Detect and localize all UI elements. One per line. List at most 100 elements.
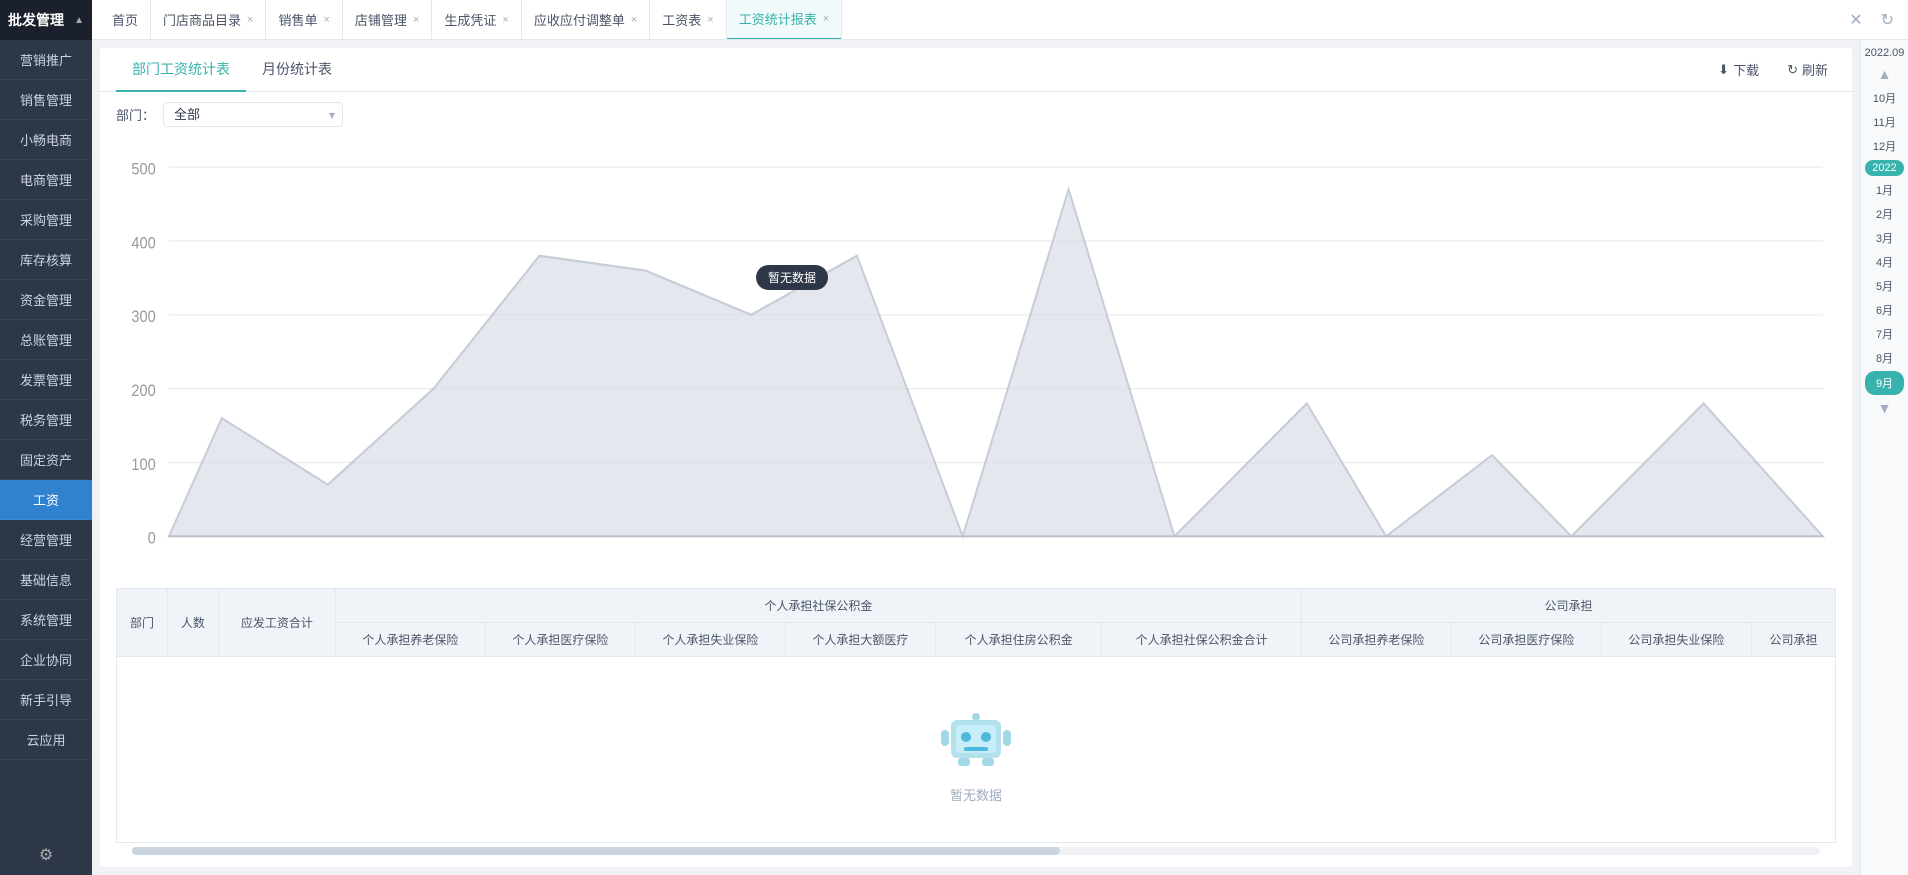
sidebar-item-7[interactable]: 总账管理 (0, 320, 92, 360)
tab-close-2[interactable]: × (323, 14, 329, 26)
col-dept: 部门 (117, 589, 168, 657)
empty-state: 暂无数据 (123, 665, 1829, 834)
download-icon: ⬇ (1718, 62, 1729, 78)
tab-7[interactable]: 工资统计报表× (727, 0, 842, 40)
svg-text:400: 400 (131, 235, 155, 253)
svg-text:200: 200 (131, 382, 155, 400)
sub-tabs: 部门工资统计表月份统计表 ⬇ 下载 ↻ 刷新 (100, 48, 1852, 92)
refresh-label: 刷新 (1802, 60, 1828, 79)
gear-icon: ⚙ (39, 847, 53, 864)
tab-5[interactable]: 应收应付调整单× (522, 0, 650, 40)
subtab-0[interactable]: 部门工资统计表 (116, 48, 246, 92)
timeline-month-10[interactable]: 10月 (1861, 86, 1908, 110)
timeline-month-3[interactable]: 3月 (1861, 226, 1908, 250)
download-label: 下载 (1733, 60, 1759, 79)
timeline-month-8[interactable]: 8月 (1861, 346, 1908, 370)
svg-text:0: 0 (148, 530, 156, 548)
col-c1: 公司承担养老保险 (1301, 623, 1451, 657)
col-p1: 个人承担养老保险 (335, 623, 485, 657)
tab-bar-end: ✕ ↻ (1843, 8, 1900, 32)
timeline-year-2022[interactable]: 2022 (1865, 160, 1904, 176)
timeline-month-2[interactable]: 2月 (1861, 202, 1908, 226)
sidebar-item-10[interactable]: 固定资产 (0, 440, 92, 480)
sidebar-item-9[interactable]: 税务管理 (0, 400, 92, 440)
col-count: 人数 (167, 589, 218, 657)
tab-close-1[interactable]: × (247, 14, 253, 26)
tab-6[interactable]: 工资表× (650, 0, 726, 40)
sidebar-item-5[interactable]: 库存核算 (0, 240, 92, 280)
sidebar-item-13[interactable]: 基础信息 (0, 560, 92, 600)
sub-tab-actions: ⬇ 下载 ↻ 刷新 (1710, 56, 1836, 83)
sidebar-item-17[interactable]: 云应用 (0, 720, 92, 760)
timeline-month-9[interactable]: 9月 (1865, 371, 1904, 395)
tab-close-6[interactable]: × (707, 14, 713, 26)
svg-text:300: 300 (131, 309, 155, 327)
refresh-icon: ↻ (1787, 62, 1798, 78)
sidebar-item-11[interactable]: 工资 (0, 480, 92, 520)
department-filter[interactable]: 全部 财务部 销售部 采购部 仓库部 (163, 102, 343, 127)
close-all-icon[interactable]: ✕ (1843, 8, 1868, 32)
tab-2[interactable]: 销售单× (266, 0, 342, 40)
tab-close-4[interactable]: × (502, 14, 508, 26)
col-p3: 个人承担失业保险 (635, 623, 785, 657)
svg-text:500: 500 (131, 161, 155, 179)
tab-3[interactable]: 店铺管理× (343, 0, 432, 40)
sidebar-item-16[interactable]: 新手引导 (0, 680, 92, 720)
timeline-month-7[interactable]: 7月 (1861, 322, 1908, 346)
timeline-month-6[interactable]: 6月 (1861, 298, 1908, 322)
sidebar-item-8[interactable]: 发票管理 (0, 360, 92, 400)
sidebar-item-6[interactable]: 资金管理 (0, 280, 92, 320)
col-c3: 公司承担失业保险 (1601, 623, 1751, 657)
timeline-panel: 2022.09 ▲ 10月 11月 12月 2022 1月 2月 3月 4月 5… (1860, 40, 1908, 875)
sidebar-item-2[interactable]: 小畅电商 (0, 120, 92, 160)
scrollbar-thumb[interactable] (132, 847, 1060, 855)
timeline-month-5[interactable]: 5月 (1861, 274, 1908, 298)
download-button[interactable]: ⬇ 下载 (1710, 56, 1767, 83)
sidebar-item-4[interactable]: 采购管理 (0, 200, 92, 240)
sidebar-header[interactable]: 批发管理 ▲ (0, 0, 92, 40)
tab-4[interactable]: 生成凭证× (432, 0, 521, 40)
settings-button[interactable]: ⚙ (0, 835, 92, 875)
sidebar-item-14[interactable]: 系统管理 (0, 600, 92, 640)
page-content: 部门工资统计表月份统计表 ⬇ 下载 ↻ 刷新 部门： 全 (100, 48, 1852, 867)
chart-svg: 500 400 300 200 100 0 (116, 145, 1836, 588)
col-c2: 公司承担医疗保险 (1451, 623, 1601, 657)
filter-label: 部门： (116, 105, 155, 124)
timeline-arrow-up[interactable]: ▲ (1874, 62, 1896, 86)
timeline-month-1[interactable]: 1月 (1861, 178, 1908, 202)
timeline-month-11[interactable]: 11月 (1861, 110, 1908, 134)
content-area: 部门工资统计表月份统计表 ⬇ 下载 ↻ 刷新 部门： 全 (92, 40, 1908, 875)
sidebar-item-0[interactable]: 营销推广 (0, 40, 92, 80)
refresh-icon[interactable]: ↻ (1875, 8, 1900, 32)
subtab-1[interactable]: 月份统计表 (246, 48, 348, 92)
col-p5: 个人承担住房公积金 (935, 623, 1102, 657)
tab-close-5[interactable]: × (631, 14, 637, 26)
sidebar: 批发管理 ▲ 营销推广销售管理小畅电商电商管理采购管理库存核算资金管理总账管理发… (0, 0, 92, 875)
tab-close-7[interactable]: × (823, 13, 829, 25)
tab-close-3[interactable]: × (413, 14, 419, 26)
timeline-month-12[interactable]: 12月 (1861, 134, 1908, 158)
sidebar-toggle-icon[interactable]: ▲ (74, 15, 84, 26)
sidebar-item-12[interactable]: 经营管理 (0, 520, 92, 560)
svg-text:100: 100 (131, 456, 155, 474)
sidebar-item-1[interactable]: 销售管理 (0, 80, 92, 120)
empty-row: 暂无数据 (117, 657, 1836, 843)
col-c4: 公司承担 (1751, 623, 1835, 657)
timeline-month-4[interactable]: 4月 (1861, 250, 1908, 274)
tab-bar: 首页门店商品目录×销售单×店铺管理×生成凭证×应收应付调整单×工资表×工资统计报… (92, 0, 1908, 40)
main-area: 首页门店商品目录×销售单×店铺管理×生成凭证×应收应付调整单×工资表×工资统计报… (92, 0, 1908, 875)
col-p4: 个人承担大额医疗 (785, 623, 935, 657)
tab-0[interactable]: 首页 (100, 0, 151, 40)
col-p2: 个人承担医疗保险 (485, 623, 635, 657)
refresh-button[interactable]: ↻ 刷新 (1779, 56, 1836, 83)
col-total-salary: 应发工资合计 (218, 589, 335, 657)
tab-1[interactable]: 门店商品目录× (151, 0, 266, 40)
table-area: 部门 人数 应发工资合计 个人承担社保公积金 公司承担 个人承担养老保险 个人承… (116, 588, 1836, 843)
horizontal-scrollbar[interactable] (132, 847, 1820, 855)
timeline-arrow-down[interactable]: ▼ (1874, 396, 1896, 420)
col-personal-group: 个人承担社保公积金 (335, 589, 1301, 623)
sidebar-item-3[interactable]: 电商管理 (0, 160, 92, 200)
sidebar-item-15[interactable]: 企业协同 (0, 640, 92, 680)
col-company-group: 公司承担 (1301, 589, 1835, 623)
filter-bar: 部门： 全部 财务部 销售部 采购部 仓库部 (100, 92, 1852, 137)
